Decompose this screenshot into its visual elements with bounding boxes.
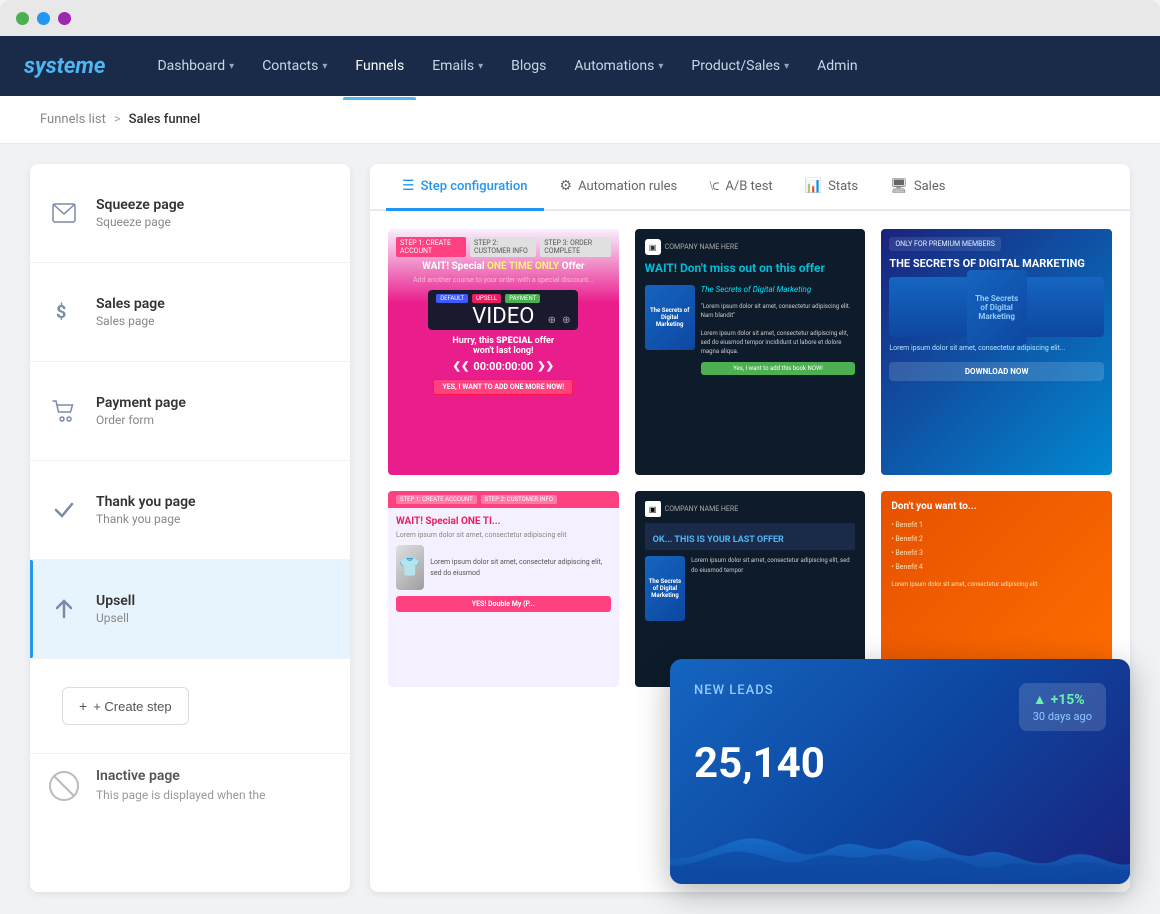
copy-icon[interactable]: ⧉ xyxy=(312,475,334,497)
chevron-down-icon: ▾ xyxy=(322,61,327,72)
nav-item-blogs[interactable]: Blogs xyxy=(499,50,558,82)
list-icon: ☰ xyxy=(402,178,415,194)
template-1-cta: YES, I WANT TO ADD ONE MORE NOW! xyxy=(433,379,573,395)
move-icon[interactable]: ⇅ xyxy=(312,202,334,224)
nav-item-contacts[interactable]: Contacts ▾ xyxy=(250,50,339,82)
funnel-step-thankyou[interactable]: Thank you page Thank you page ⧉ ⇅ 🗑 xyxy=(30,461,350,560)
company-logo-icon: ▣ xyxy=(645,239,661,255)
email-icon xyxy=(46,195,82,231)
delete-icon[interactable]: 🗑 xyxy=(312,325,334,347)
leads-card: NEW LEADS ▲ +15% 30 days ago 25,140 xyxy=(670,659,1130,884)
template-card-2[interactable]: ▣ COMPANY NAME HERE WAIT! Don't miss out… xyxy=(633,227,868,477)
stats-icon: 📊 xyxy=(805,178,822,194)
leads-chart xyxy=(670,804,1130,884)
delete-icon[interactable]: 🗑 xyxy=(312,523,334,545)
cart-icon xyxy=(46,393,82,429)
template-3-download: DOWNLOAD NOW xyxy=(889,362,1104,381)
template-3-image: The Secrets of Digital Marketing xyxy=(889,277,1104,337)
move-icon[interactable]: ⇅ xyxy=(312,598,334,620)
copy-icon[interactable]: ⧉ xyxy=(312,574,334,596)
nav-items: Dashboard ▾ Contacts ▾ Funnels Emails ▾ … xyxy=(145,50,1136,82)
leads-badge: ▲ +15% 30 days ago xyxy=(1019,683,1106,731)
funnel-step-payment[interactable]: Payment page Order form ⧉ ⇅ 🗑 xyxy=(30,362,350,461)
template-card-1[interactable]: STEP 1: CREATE ACCOUNT STEP 2: CUSTOMER … xyxy=(386,227,621,477)
move-icon[interactable]: ⇅ xyxy=(312,499,334,521)
chevron-down-icon: ▾ xyxy=(229,61,234,72)
sales-icon: 🖥 xyxy=(890,178,908,194)
template-2-cta: Yes, I want to add this book NOW! xyxy=(701,362,856,375)
chevron-down-icon: ▾ xyxy=(478,61,483,72)
delete-icon[interactable]: 🗑 xyxy=(312,226,334,248)
move-icon[interactable]: ⇅ xyxy=(312,301,334,323)
tab-sales[interactable]: 🖥 Sales xyxy=(874,164,961,211)
dollar-icon: $ xyxy=(46,294,82,330)
breadcrumb-current: Sales funnel xyxy=(129,112,201,127)
tab-ab-test[interactable]: ⟈ A/B test xyxy=(693,164,788,211)
create-step-container: + + Create step xyxy=(30,659,350,753)
template-card-4[interactable]: STEP 1: CREATE ACCOUNT STEP 2: CUSTOMER … xyxy=(386,489,621,689)
check-icon xyxy=(46,492,82,528)
step-info-upsell: Upsell Upsell xyxy=(96,593,312,625)
template-card-3[interactable]: ONLY FOR PREMIUM MEMBERS THE SECRETS OF … xyxy=(879,227,1114,477)
breadcrumb-parent[interactable]: Funnels list xyxy=(40,112,106,127)
ab-test-icon: ⟈ xyxy=(709,179,719,194)
navbar: systeme Dashboard ▾ Contacts ▾ Funnels E… xyxy=(0,36,1160,96)
triangle-up-icon: ▲ xyxy=(1033,691,1047,708)
tab-automation-rules[interactable]: ⚙ Automation rules xyxy=(544,164,694,211)
delete-icon[interactable]: 🗑 xyxy=(312,622,334,644)
inactive-text: Inactive page This page is displayed whe… xyxy=(96,768,265,804)
tabs-bar: ☰ Step configuration ⚙ Automation rules … xyxy=(370,164,1130,211)
copy-icon[interactable]: ⧉ xyxy=(312,277,334,299)
logo: systeme xyxy=(24,54,105,79)
copy-icon[interactable]: ⧉ xyxy=(312,178,334,200)
gear-icon: ⚙ xyxy=(560,178,573,194)
leads-value: 25,140 xyxy=(694,739,1106,788)
breadcrumb: Funnels list > Sales funnel xyxy=(0,96,1160,144)
template-4-cta: YES! Double My (P... xyxy=(396,596,611,612)
svg-text:$: $ xyxy=(56,302,66,323)
delete-icon[interactable]: 🗑 xyxy=(312,424,334,446)
step-info-squeeze: Squeeze page Squeeze page xyxy=(96,197,312,229)
breadcrumb-separator: > xyxy=(114,112,121,127)
inactive-icon xyxy=(46,768,82,804)
tab-stats[interactable]: 📊 Stats xyxy=(789,164,874,211)
funnel-step-squeeze[interactable]: Squeeze page Squeeze page ⧉ ⇅ 🗑 xyxy=(30,164,350,263)
step-info-sales: Sales page Sales page xyxy=(96,296,312,328)
step-info-payment: Payment page Order form xyxy=(96,395,312,427)
nav-item-admin[interactable]: Admin xyxy=(805,50,869,82)
template-1-video: DEFAULT UPSELL PAYMENT VIDEO ⊕ ⊕ xyxy=(428,290,578,330)
active-indicator xyxy=(30,560,33,658)
funnel-step-upsell[interactable]: Upsell Upsell ⧉ ⇅ 🗑 xyxy=(30,560,350,659)
window-chrome xyxy=(0,0,1160,36)
copy-icon[interactable]: ⧉ xyxy=(312,376,334,398)
move-icon[interactable]: ⇅ xyxy=(312,400,334,422)
inactive-page-section: Inactive page This page is displayed whe… xyxy=(30,753,350,818)
window-dot-maximize[interactable] xyxy=(58,12,71,25)
template-2-book: The Secrets of Digital Marketing xyxy=(645,285,695,350)
create-step-button[interactable]: + + Create step xyxy=(62,687,189,725)
template-2-logo: ▣ COMPANY NAME HERE xyxy=(645,239,856,255)
chevron-down-icon: ▾ xyxy=(784,61,789,72)
nav-item-product-sales[interactable]: Product/Sales ▾ xyxy=(679,50,801,82)
nav-item-dashboard[interactable]: Dashboard ▾ xyxy=(145,50,246,82)
nav-item-emails[interactable]: Emails ▾ xyxy=(420,50,495,82)
chevron-down-icon: ▾ xyxy=(658,61,663,72)
nav-item-automations[interactable]: Automations ▾ xyxy=(562,50,675,82)
leads-header: NEW LEADS ▲ +15% 30 days ago xyxy=(694,683,1106,731)
plus-icon: + xyxy=(79,698,87,714)
template-4-product-image: 👕 xyxy=(396,545,424,590)
template-1-header: STEP 1: CREATE ACCOUNT STEP 2: CUSTOMER … xyxy=(396,237,611,257)
tab-step-configuration[interactable]: ☰ Step configuration xyxy=(386,164,544,211)
left-panel: Squeeze page Squeeze page ⧉ ⇅ 🗑 $ Sales … xyxy=(30,164,350,892)
nav-item-funnels[interactable]: Funnels xyxy=(343,50,416,82)
window-dot-close[interactable] xyxy=(16,12,29,25)
step-info-thankyou: Thank you page Thank you page xyxy=(96,494,312,526)
upsell-icon xyxy=(46,591,82,627)
window-dot-minimize[interactable] xyxy=(37,12,50,25)
funnel-step-sales[interactable]: $ Sales page Sales page ⧉ ⇅ 🗑 xyxy=(30,263,350,362)
